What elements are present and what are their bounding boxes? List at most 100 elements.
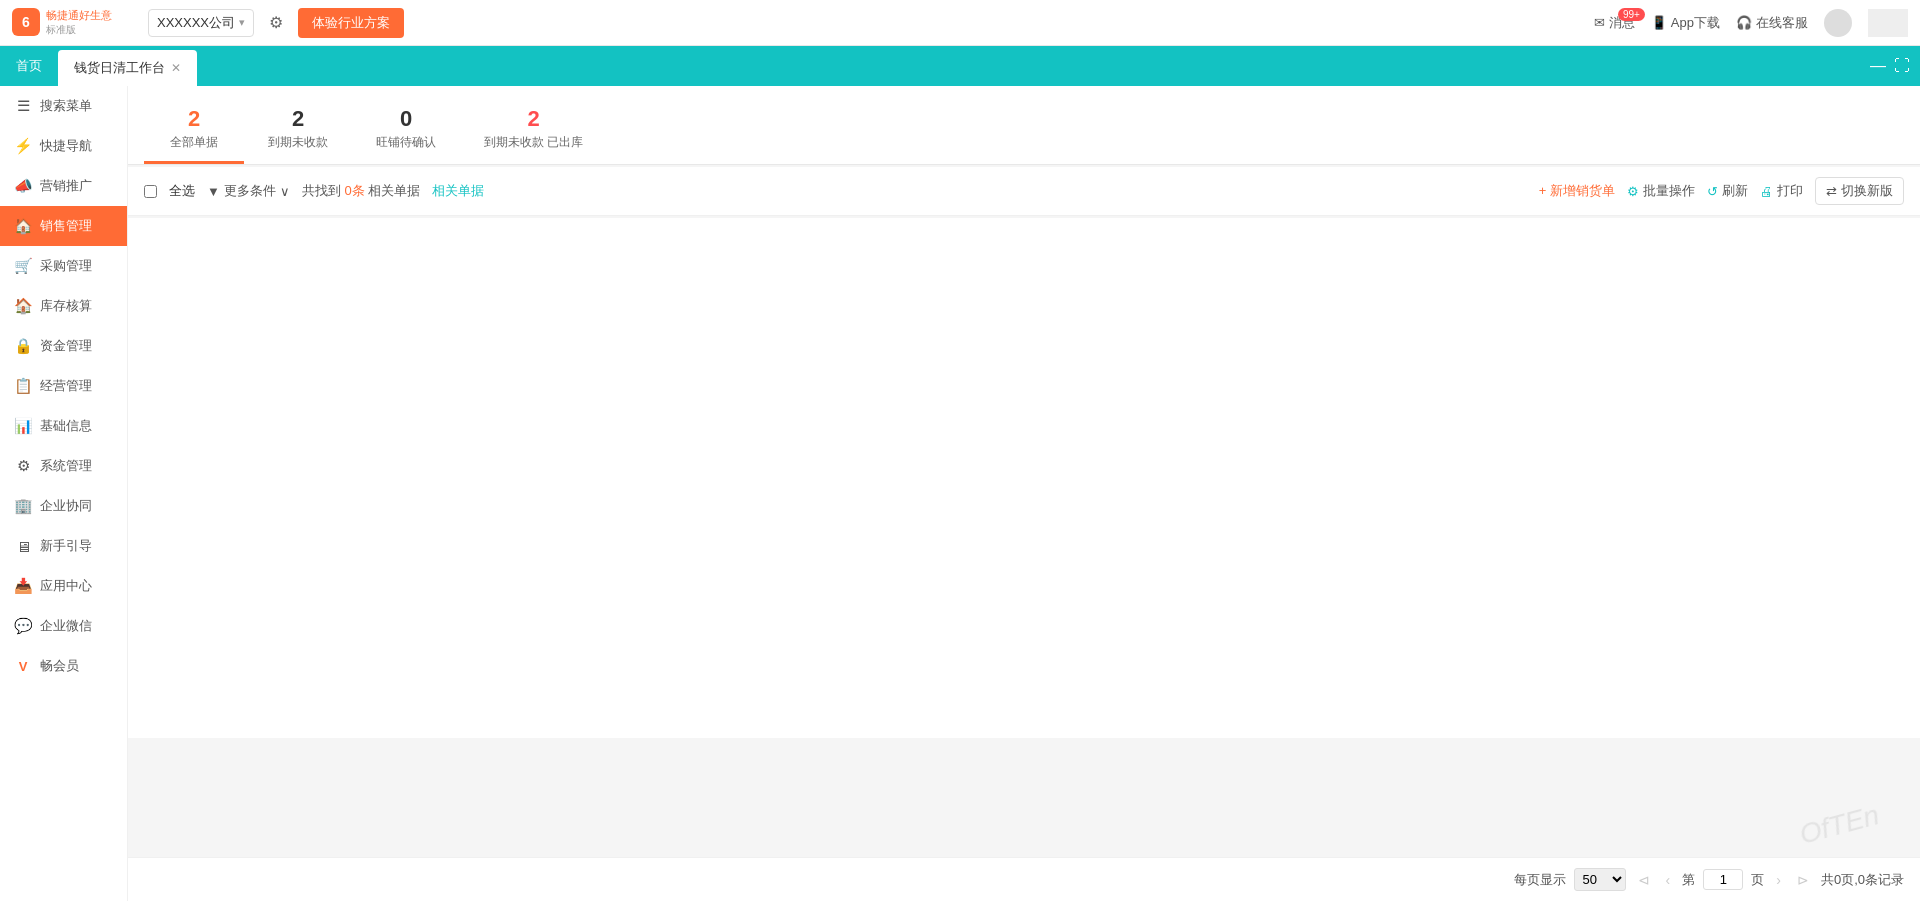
- guide-icon: 🖥: [14, 537, 32, 555]
- sidebar-item-marketing[interactable]: 📣 营销推广: [0, 166, 127, 206]
- sidebar-item-label: 经营管理: [40, 377, 92, 395]
- stat-tab-overdue[interactable]: 2 到期未收款: [244, 98, 352, 164]
- tab-minimize-button[interactable]: —: [1870, 57, 1886, 75]
- app-download-button[interactable]: 📱 App下载: [1651, 14, 1720, 32]
- first-page-button[interactable]: ⊲: [1634, 870, 1654, 890]
- sidebar-item-operations[interactable]: 📋 经营管理: [0, 366, 127, 406]
- tab-home[interactable]: 首页: [0, 46, 58, 86]
- print-button[interactable]: 🖨 打印: [1760, 182, 1803, 200]
- settings-button[interactable]: ⚙: [262, 9, 290, 37]
- sidebar-item-sales[interactable]: 🏠 销售管理: [0, 206, 127, 246]
- refresh-button[interactable]: ↺ 刷新: [1707, 182, 1748, 200]
- related-orders-link[interactable]: 相关单据: [432, 182, 484, 200]
- message-button[interactable]: ✉ 消息 99+: [1594, 14, 1635, 32]
- app-center-icon: 📥: [14, 577, 32, 595]
- per-page-select[interactable]: 10 20 50 100: [1574, 868, 1626, 891]
- quick-nav-icon: ⚡: [14, 137, 32, 155]
- company-selector[interactable]: XXXXXX公司 ▾: [148, 9, 254, 37]
- sidebar-item-label: 销售管理: [40, 217, 92, 235]
- message-icon: ✉: [1594, 15, 1605, 30]
- sidebar-item-label: 库存核算: [40, 297, 92, 315]
- toolbar-right: + 新增销货单 ⚙ 批量操作 ↺ 刷新 🖨 打印 ⇄ 切换新版: [1539, 177, 1904, 205]
- prev-page-button[interactable]: ‹: [1662, 870, 1675, 890]
- search-icon: ☰: [14, 97, 32, 115]
- marketing-icon: 📣: [14, 177, 32, 195]
- page-input[interactable]: [1703, 869, 1743, 890]
- member-icon: V: [14, 657, 32, 675]
- sidebar-item-capital[interactable]: 🔒 资金管理: [0, 326, 127, 366]
- stat-label-shipped: 到期未收款 已出库: [484, 134, 583, 151]
- main-content: 2 全部单据 2 到期未收款 0 旺铺待确认 2 到期未收款 已出库 全选 ▼ …: [128, 86, 1920, 901]
- total-label: 共0页,0条记录: [1821, 871, 1904, 889]
- tab-actions: — ⛶: [1870, 57, 1920, 75]
- online-service-button[interactable]: 🎧 在线客服: [1736, 14, 1808, 32]
- filter-button[interactable]: ▼ 更多条件 ∨: [207, 182, 290, 200]
- last-page-button[interactable]: ⊳: [1793, 870, 1813, 890]
- avatar[interactable]: [1824, 9, 1852, 37]
- operations-icon: 📋: [14, 377, 32, 395]
- app-download-label: App下载: [1671, 14, 1720, 32]
- sidebar-item-wechat[interactable]: 💬 企业微信: [0, 606, 127, 646]
- company-name: XXXXXX公司: [157, 14, 235, 32]
- sidebar-item-label: 畅会员: [40, 657, 79, 675]
- sidebar-search[interactable]: ☰ 搜索菜单: [0, 86, 127, 126]
- stat-tab-shipped[interactable]: 2 到期未收款 已出库: [460, 98, 607, 164]
- found-count: 0条: [345, 183, 365, 198]
- chevron-down-icon: ▾: [239, 16, 245, 29]
- sidebar-item-label: 企业协同: [40, 497, 92, 515]
- stat-tab-all[interactable]: 2 全部单据: [144, 98, 244, 164]
- tab-close-icon[interactable]: ✕: [171, 61, 181, 75]
- tab-expand-button[interactable]: ⛶: [1894, 57, 1910, 75]
- sidebar-search-label: 搜索菜单: [40, 97, 92, 115]
- sidebar-item-member[interactable]: V 畅会员: [0, 646, 127, 686]
- sidebar-item-enterprise[interactable]: 🏢 企业协同: [0, 486, 127, 526]
- switch-version-button[interactable]: ⇄ 切换新版: [1815, 177, 1904, 205]
- sidebar-item-guide[interactable]: 🖥 新手引导: [0, 526, 127, 566]
- sidebar-item-label: 资金管理: [40, 337, 92, 355]
- batch-operation-button[interactable]: ⚙ 批量操作: [1627, 182, 1695, 200]
- sidebar-item-app-center[interactable]: 📥 应用中心: [0, 566, 127, 606]
- app-download-icon: 📱: [1651, 15, 1667, 30]
- logo-text: 畅捷通好生意: [46, 8, 112, 22]
- top-header: 6 畅捷通好生意 标准版 XXXXXX公司 ▾ ⚙ 体验行业方案 ✉ 消息 99…: [0, 0, 1920, 46]
- filter-icon: ▼: [207, 184, 220, 199]
- stat-label-wangpu: 旺铺待确认: [376, 134, 436, 151]
- toolbar: 全选 ▼ 更多条件 ∨ 共找到 0条 相关单据 相关单据 + 新增销货单 ⚙ 批…: [128, 167, 1920, 216]
- sidebar-item-label: 应用中心: [40, 577, 92, 595]
- system-icon: ⚙: [14, 457, 32, 475]
- select-all-checkbox[interactable]: [144, 185, 157, 198]
- batch-icon: ⚙: [1627, 184, 1639, 199]
- pagination: 每页显示 10 20 50 100 ⊲ ‹ 第 页 › ⊳ 共0页,0条记录: [128, 857, 1920, 901]
- user-name[interactable]: [1868, 9, 1908, 37]
- filter-label: 更多条件: [224, 182, 276, 200]
- stat-label-all: 全部单据: [170, 134, 218, 151]
- tab-daily-work[interactable]: 钱货日清工作台 ✕: [58, 50, 197, 86]
- sidebar-item-quick-nav[interactable]: ⚡ 快捷导航: [0, 126, 127, 166]
- online-service-label: 在线客服: [1756, 14, 1808, 32]
- sidebar-item-label: 基础信息: [40, 417, 92, 435]
- logo-icon: 6: [12, 8, 40, 36]
- sidebar-item-label: 企业微信: [40, 617, 92, 635]
- next-page-button[interactable]: ›: [1772, 870, 1785, 890]
- headset-icon: 🎧: [1736, 15, 1752, 30]
- stat-tab-wangpu[interactable]: 0 旺铺待确认: [352, 98, 460, 164]
- sidebar-item-purchase[interactable]: 🛒 采购管理: [0, 246, 127, 286]
- print-icon: 🖨: [1760, 184, 1773, 199]
- sidebar-item-basic-info[interactable]: 📊 基础信息: [0, 406, 127, 446]
- sales-icon: 🏠: [14, 217, 32, 235]
- stat-label-overdue: 到期未收款: [268, 134, 328, 151]
- basic-info-icon: 📊: [14, 417, 32, 435]
- stat-count-all: 2: [188, 106, 200, 132]
- add-order-button[interactable]: + 新增销货单: [1539, 182, 1615, 200]
- header-right: ✉ 消息 99+ 📱 App下载 🎧 在线客服: [1594, 9, 1908, 37]
- select-all-label: 全选: [169, 182, 195, 200]
- inventory-icon: 🏠: [14, 297, 32, 315]
- chevron-icon: ∨: [280, 184, 290, 199]
- sidebar-item-system[interactable]: ⚙ 系统管理: [0, 446, 127, 486]
- capital-icon: 🔒: [14, 337, 32, 355]
- sidebar-item-inventory[interactable]: 🏠 库存核算: [0, 286, 127, 326]
- experience-button[interactable]: 体验行业方案: [298, 8, 404, 38]
- tab-home-label: 首页: [16, 57, 42, 75]
- sidebar-item-label: 营销推广: [40, 177, 92, 195]
- sidebar-item-label: 新手引导: [40, 537, 92, 555]
